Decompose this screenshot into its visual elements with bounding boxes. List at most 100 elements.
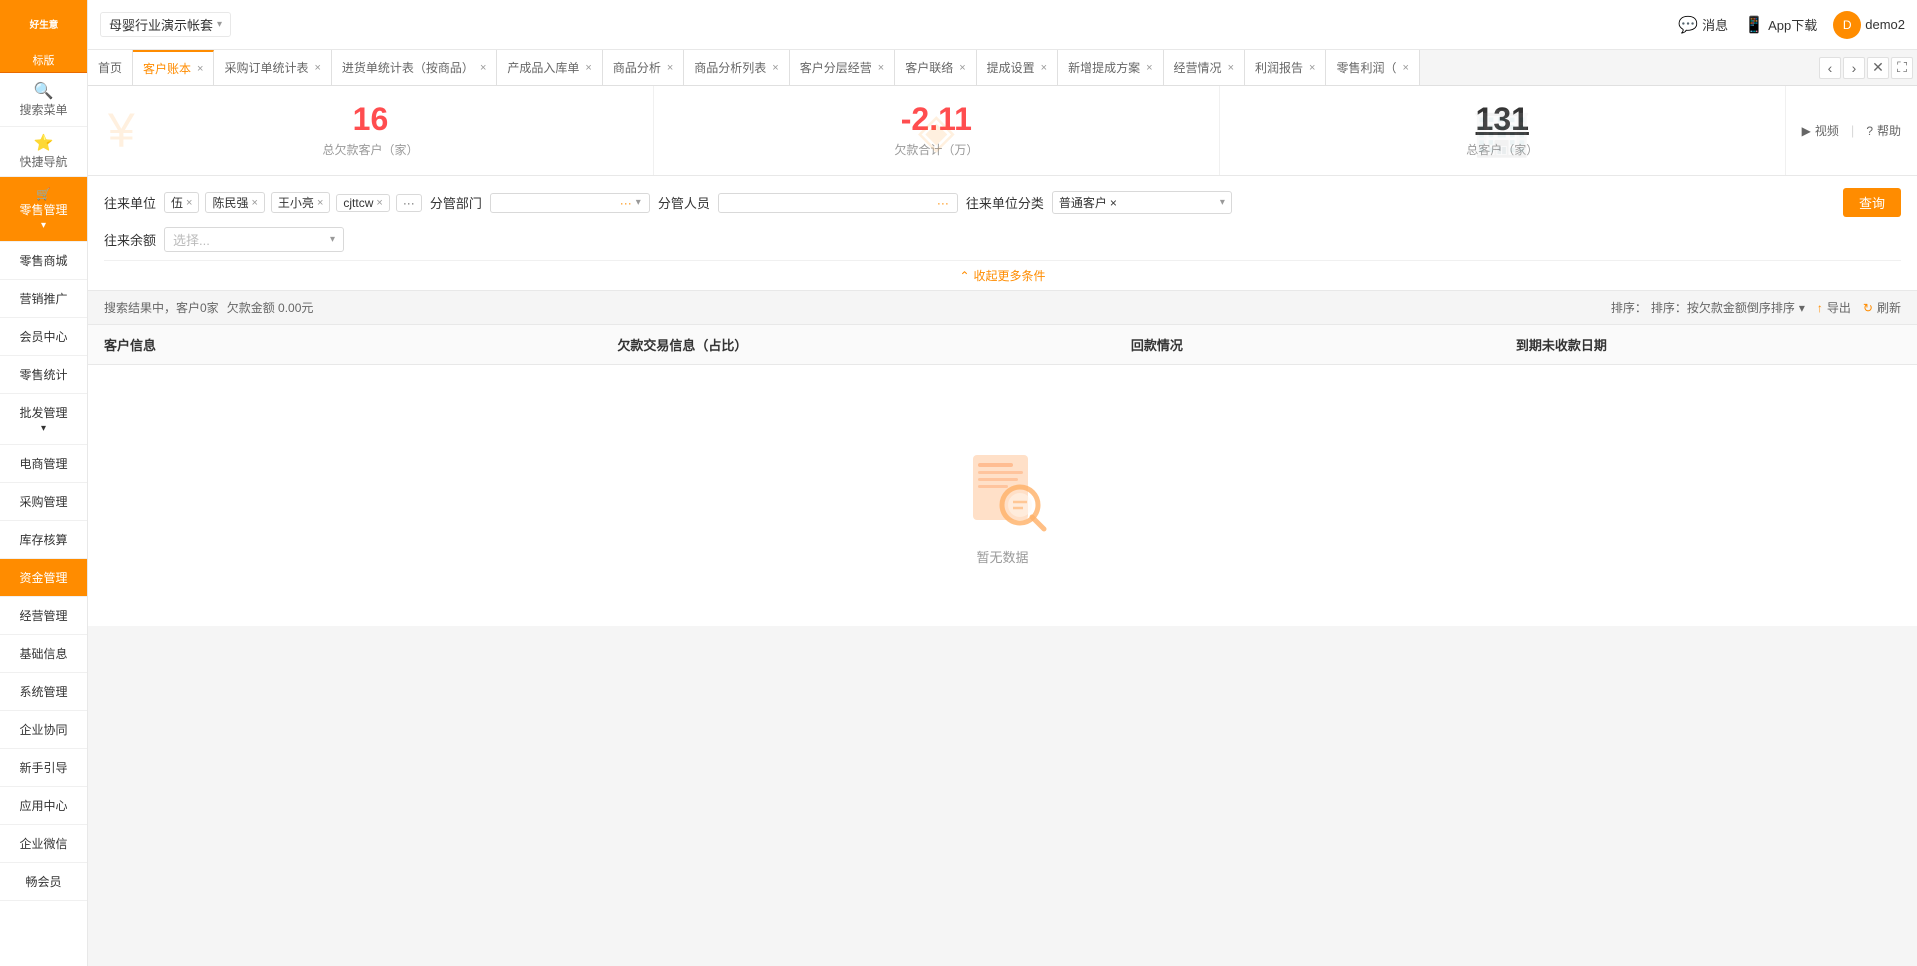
manager-filter-label: 分管人员 bbox=[658, 193, 710, 212]
tab-scroll-left[interactable]: ‹ bbox=[1819, 57, 1841, 79]
classify-filter[interactable]: 普通客户 × ▾ bbox=[1052, 191, 1232, 214]
sidebar-item-basic-info[interactable]: 基础信息 bbox=[0, 635, 87, 673]
sidebar-item-pro-member[interactable]: 畅会员 bbox=[0, 863, 87, 901]
refresh-btn[interactable]: ↻ 刷新 bbox=[1863, 299, 1901, 316]
manager-filter-select[interactable]: ··· bbox=[718, 193, 958, 213]
sidebar: 好生意 标版 🔍 搜索菜单 ⭐ 快捷导航 🛒 零售管理 ▾ 零售商城 营销推广 … bbox=[0, 0, 88, 966]
app-download-btn[interactable]: 📱 App下载 bbox=[1744, 15, 1817, 35]
sidebar-item-marketing[interactable]: 营销推广 bbox=[0, 280, 87, 318]
export-btn[interactable]: ↑ 导出 bbox=[1817, 299, 1851, 316]
tab-scroll-right[interactable]: › bbox=[1843, 57, 1865, 79]
tab-product-analysis-list[interactable]: 商品分析列表 × bbox=[684, 50, 789, 86]
stat-bg-icon-3: 🏢 bbox=[1472, 102, 1532, 159]
user-menu[interactable]: D demo2 bbox=[1833, 11, 1905, 39]
tab-customer-account[interactable]: 客户账本 × bbox=[133, 50, 214, 86]
search-result-label: 搜索结果中，客户0家 bbox=[104, 299, 219, 316]
tab-customertier-close[interactable]: × bbox=[878, 62, 884, 74]
tabbar: 首页 客户账本 × 采购订单统计表 × 进货单统计表（按商品） × 产成品入库单… bbox=[88, 50, 1917, 86]
remainder-filter-select[interactable]: 选择... ▾ bbox=[164, 227, 344, 252]
company-selector[interactable]: 母婴行业演示帐套 ▾ bbox=[100, 12, 231, 37]
tab-home[interactable]: 首页 bbox=[88, 50, 133, 86]
topbar-left: 母婴行业演示帐套 ▾ bbox=[100, 12, 231, 37]
tab-customer-contact[interactable]: 客户联络 × bbox=[895, 50, 976, 86]
tab-prodanalysis-close[interactable]: × bbox=[667, 62, 673, 74]
message-btn[interactable]: 💬 消息 bbox=[1678, 15, 1728, 35]
query-button[interactable]: 查询 bbox=[1843, 188, 1901, 217]
tab-product-inbound[interactable]: 产成品入库单 × bbox=[497, 50, 602, 86]
tab-newboostplan-close[interactable]: × bbox=[1146, 62, 1152, 74]
tab-new-boost-plan[interactable]: 新增提成方案 × bbox=[1058, 50, 1163, 86]
tab-business-status[interactable]: 经营情况 × bbox=[1164, 50, 1245, 86]
tab-customer-tier[interactable]: 客户分层经营 × bbox=[790, 50, 895, 86]
classify-tag-close[interactable]: × bbox=[1110, 196, 1117, 210]
sort-selector[interactable]: 排序： 排序：按欠款金额倒序排序 ▾ bbox=[1611, 299, 1805, 316]
sidebar-item-retail-stats[interactable]: 零售统计 bbox=[0, 356, 87, 394]
sidebar-item-wholesale-mgmt[interactable]: 批发管理 ▾ bbox=[0, 394, 87, 445]
tab-profitreport-close[interactable]: × bbox=[1309, 62, 1315, 74]
dept-filter-select[interactable]: ··· ▾ bbox=[490, 193, 650, 213]
tab-purchase-order-stats[interactable]: 采购订单统计表 × bbox=[214, 50, 331, 86]
tab-product-analysis[interactable]: 商品分析 × bbox=[603, 50, 684, 86]
filter-tag-wu[interactable]: 伍 × bbox=[164, 192, 199, 213]
tab-inbound-stats[interactable]: 进货单统计表（按商品） × bbox=[332, 50, 497, 86]
sidebar-item-system-mgmt[interactable]: 系统管理 bbox=[0, 673, 87, 711]
filter-tag-more[interactable]: ··· bbox=[396, 194, 422, 212]
video-icon: ▶ bbox=[1802, 124, 1811, 138]
filter-area: 往来单位 伍 × 陈民强 × 王小亮 × bbox=[88, 176, 1917, 291]
tab-prodinbound-label: 产成品入库单 bbox=[507, 59, 579, 76]
filter-tag-wu-close[interactable]: × bbox=[186, 197, 192, 209]
tab-prodinbound-close[interactable]: × bbox=[585, 62, 591, 74]
sidebar-item-finance-mgmt[interactable]: 资金管理 bbox=[0, 559, 87, 597]
tab-prodanalysislist-label: 商品分析列表 bbox=[694, 59, 766, 76]
help-btn[interactable]: ? 帮助 bbox=[1866, 122, 1901, 139]
collapse-filter-btn[interactable]: ⌃ 收起更多条件 bbox=[104, 260, 1901, 290]
filter-tag-cjttcw[interactable]: cjttcw × bbox=[336, 194, 389, 212]
tab-boost-settings[interactable]: 提成设置 × bbox=[977, 50, 1058, 86]
tab-close-all[interactable]: ✕ bbox=[1867, 57, 1889, 79]
sidebar-item-purchase-mgmt[interactable]: 采购管理 bbox=[0, 483, 87, 521]
logo-icon: 好生意 bbox=[28, 9, 60, 41]
sidebar-item-quick-nav[interactable]: ⭐ 快捷导航 bbox=[0, 127, 87, 177]
sidebar-basicinfo-label: 基础信息 bbox=[6, 645, 81, 662]
app-subtitle: 标版 bbox=[0, 50, 87, 73]
filter-tag-chen-close[interactable]: × bbox=[251, 197, 257, 209]
sidebar-item-retail-mgmt[interactable]: 🛒 零售管理 ▾ bbox=[0, 177, 87, 242]
table-header: 客户信息 欠款交易信息（占比） 回款情况 到期未收款日期 bbox=[88, 325, 1917, 365]
tab-inbound-close[interactable]: × bbox=[480, 62, 486, 74]
sidebar-item-member-center[interactable]: 会员中心 bbox=[0, 318, 87, 356]
sidebar-item-retail-mall[interactable]: 零售商城 bbox=[0, 242, 87, 280]
collapse-label: 收起更多条件 bbox=[974, 267, 1046, 284]
filter-tag-chen[interactable]: 陈民强 × bbox=[205, 192, 264, 213]
tab-customer-account-close[interactable]: × bbox=[197, 63, 203, 75]
filter-tag-cjttcw-close[interactable]: × bbox=[376, 197, 382, 209]
dept-filter-more[interactable]: ··· bbox=[620, 196, 632, 210]
tab-boostsettings-close[interactable]: × bbox=[1041, 62, 1047, 74]
sidebar-item-ecommerce[interactable]: 电商管理 bbox=[0, 445, 87, 483]
svg-text:好生意: 好生意 bbox=[28, 19, 58, 31]
tab-maximize[interactable]: ⛶ bbox=[1891, 57, 1913, 79]
sidebar-item-enterprise-wechat[interactable]: 企业微信 bbox=[0, 825, 87, 863]
tab-retailprofit-close[interactable]: × bbox=[1402, 62, 1408, 74]
tab-customercontact-close[interactable]: × bbox=[959, 62, 965, 74]
tab-bizstatus-close[interactable]: × bbox=[1228, 62, 1234, 74]
sort-label: 排序： bbox=[1611, 299, 1647, 316]
table-header-debt-info: 欠款交易信息（占比） bbox=[617, 335, 1130, 354]
sidebar-item-app-center[interactable]: 应用中心 bbox=[0, 787, 87, 825]
sidebar-item-enterprise-collab[interactable]: 企业协同 bbox=[0, 711, 87, 749]
tab-retail-profit[interactable]: 零售利润（ × bbox=[1326, 50, 1419, 86]
tab-purchase-close[interactable]: × bbox=[314, 62, 320, 74]
stat-bg-icon-2: ◈ bbox=[918, 103, 955, 159]
filter-tag-wang-close[interactable]: × bbox=[317, 197, 323, 209]
video-btn[interactable]: ▶ 视频 bbox=[1802, 122, 1839, 139]
tab-profit-report[interactable]: 利润报告 × bbox=[1245, 50, 1326, 86]
manager-filter-more[interactable]: ··· bbox=[937, 196, 949, 210]
filter-tag-wang[interactable]: 王小亮 × bbox=[271, 192, 330, 213]
sidebar-item-new-guide[interactable]: 新手引导 bbox=[0, 749, 87, 787]
tab-prodanalysislist-close[interactable]: × bbox=[772, 62, 778, 74]
sidebar-item-inventory[interactable]: 库存核算 bbox=[0, 521, 87, 559]
tab-home-label: 首页 bbox=[98, 59, 122, 76]
sort-arrow-icon: ▾ bbox=[1799, 301, 1805, 315]
tab-boostsettings-label: 提成设置 bbox=[987, 59, 1035, 76]
sidebar-item-operations[interactable]: 经营管理 bbox=[0, 597, 87, 635]
sidebar-item-search[interactable]: 🔍 搜索菜单 bbox=[0, 73, 87, 127]
